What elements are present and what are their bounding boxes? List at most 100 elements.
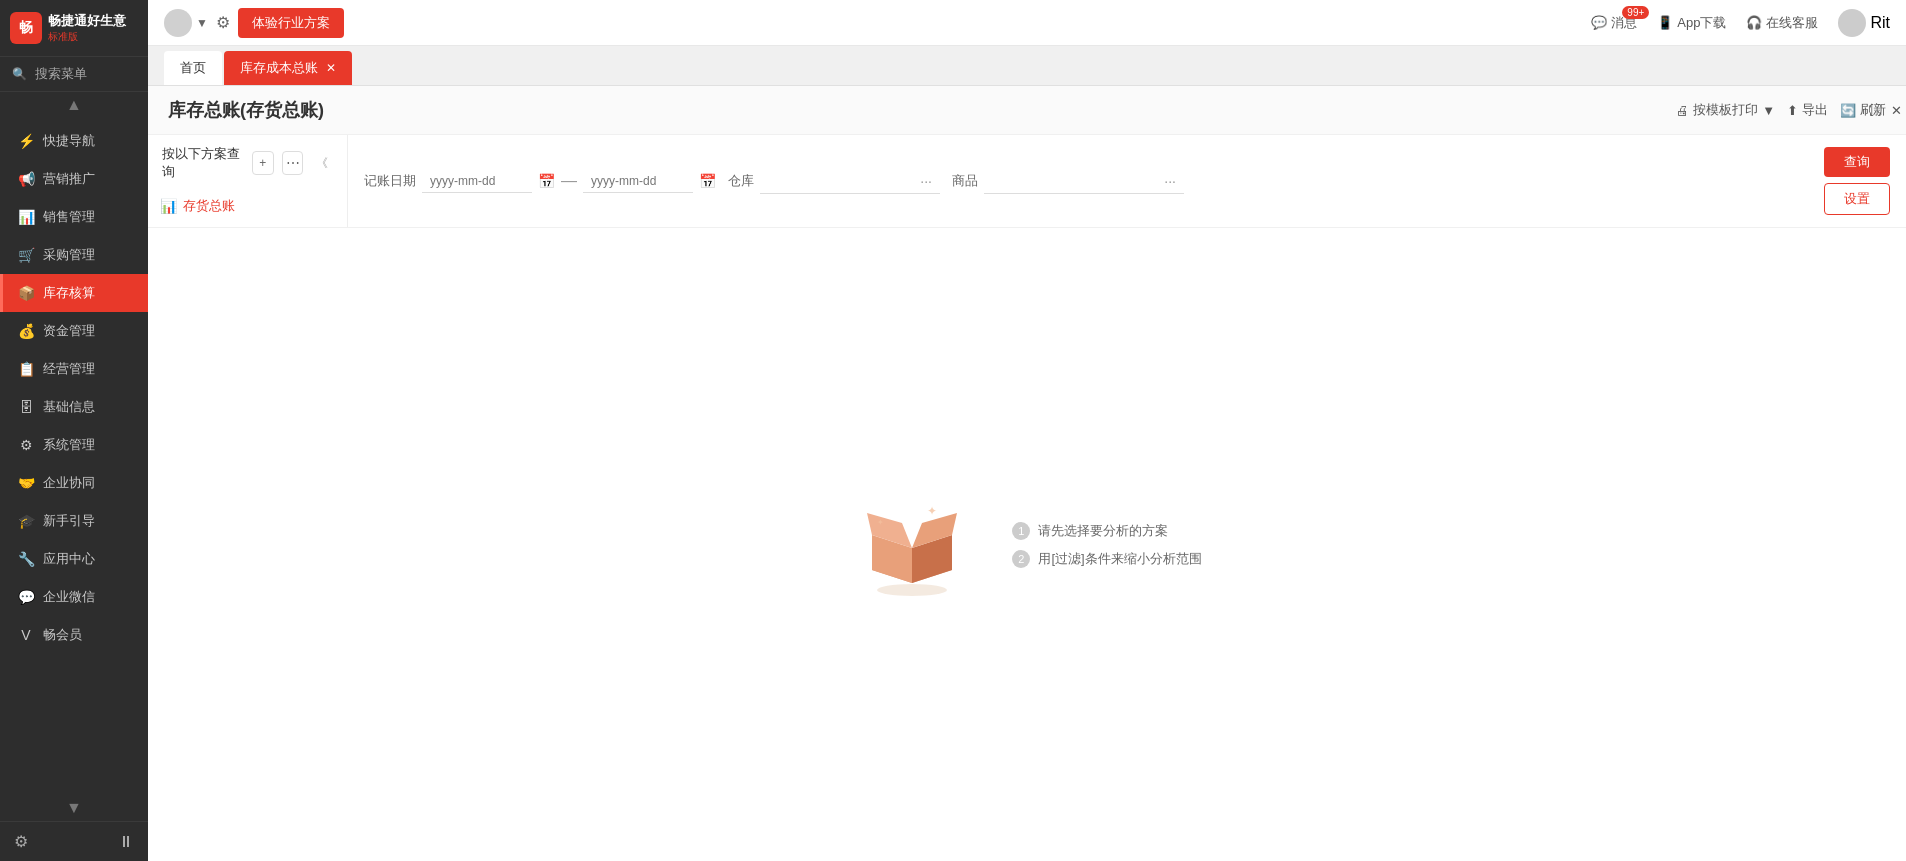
- member-label: 畅会员: [43, 626, 82, 644]
- sidebar-item-operation[interactable]: 📋 经营管理: [0, 350, 148, 388]
- audio-footer-icon[interactable]: ⏸: [118, 833, 134, 851]
- sidebar-item-app-center[interactable]: 🔧 应用中心: [0, 540, 148, 578]
- sidebar: 畅 畅捷通好生意 标准版 🔍 搜索菜单 ▲ ⚡ 快捷导航 📢 营销推广 📊 销售…: [0, 0, 148, 861]
- product-field-label: 商品: [952, 172, 978, 190]
- scheme-item-inventory[interactable]: 📊 存货总账: [148, 191, 347, 221]
- enterprise-label: 企业协同: [43, 474, 95, 492]
- sidebar-item-system[interactable]: ⚙ 系统管理: [0, 426, 148, 464]
- empty-state: ✦ ✦ 1 请先选择要分析的方案 2 用[过滤]条件来缩小分析范围: [148, 228, 1906, 861]
- content-area: 库存总账(存货总账) 🖨 按模板打印 ▼ ⬆ 导出 🔄 刷新 ✕: [148, 86, 1906, 861]
- sidebar-item-sales[interactable]: 📊 销售管理: [0, 198, 148, 236]
- print-chevron-icon: ▼: [1762, 103, 1775, 118]
- quick-nav-label: 快捷导航: [43, 132, 95, 150]
- search-menu-label: 搜索菜单: [35, 65, 87, 83]
- export-btn[interactable]: ⬆ 导出: [1787, 101, 1828, 119]
- svg-text:✦: ✦: [927, 504, 937, 518]
- purchase-icon: 🛒: [17, 247, 35, 263]
- date-separator: —: [561, 172, 577, 190]
- page-header: 库存总账(存货总账) 🖨 按模板打印 ▼ ⬆ 导出 🔄 刷新 ✕: [148, 86, 1906, 135]
- logo-text: 畅捷通好生意 标准版: [48, 13, 126, 43]
- sidebar-item-finance[interactable]: 💰 资金管理: [0, 312, 148, 350]
- scroll-up-btn[interactable]: ▲: [0, 92, 148, 118]
- sidebar-nav: ⚡ 快捷导航 📢 营销推广 📊 销售管理 🛒 采购管理 📦 库存核算 💰 资金管…: [0, 118, 148, 795]
- app-center-label: 应用中心: [43, 550, 95, 568]
- filter-row: 记账日期 📅 — 📅 仓库 ···: [364, 147, 1890, 215]
- refresh-icon: 🔄: [1840, 103, 1856, 118]
- empty-illustration: ✦ ✦: [852, 485, 972, 605]
- settings-footer-icon[interactable]: ⚙: [14, 832, 28, 851]
- empty-tip-2: 2 用[过滤]条件来缩小分析范围: [1012, 550, 1201, 568]
- settings-button[interactable]: 设置: [1824, 183, 1890, 215]
- sidebar-item-member[interactable]: V 畅会员: [0, 616, 148, 654]
- tab-home[interactable]: 首页: [164, 51, 222, 85]
- add-scheme-btn[interactable]: +: [252, 151, 274, 175]
- sidebar-item-basic[interactable]: 🗄 基础信息: [0, 388, 148, 426]
- warehouse-more-icon: ···: [920, 173, 932, 189]
- filter-by-scheme-label: 按以下方案查询: [162, 145, 244, 181]
- user-avatar: [164, 9, 192, 37]
- date-end-input[interactable]: [583, 170, 693, 193]
- search-menu[interactable]: 🔍 搜索菜单: [0, 57, 148, 92]
- product-filter-field: 商品 ···: [952, 169, 1184, 194]
- sidebar-item-quick-nav[interactable]: ⚡ 快捷导航: [0, 122, 148, 160]
- collapse-btn[interactable]: 《: [311, 151, 333, 175]
- empty-svg: ✦ ✦: [852, 485, 972, 605]
- purchase-label: 采购管理: [43, 246, 95, 264]
- expand-icon: ⛶: [1869, 103, 1882, 118]
- tip-num-2: 2: [1012, 550, 1030, 568]
- tab-home-label: 首页: [180, 59, 206, 77]
- product-more-icon: ···: [1164, 173, 1176, 189]
- sales-label: 销售管理: [43, 208, 95, 226]
- trial-btn[interactable]: 体验行业方案: [238, 8, 344, 38]
- sidebar-item-marketing[interactable]: 📢 营销推广: [0, 160, 148, 198]
- settings-gear-icon[interactable]: ⚙: [216, 13, 230, 32]
- scroll-down-btn[interactable]: ▼: [0, 795, 148, 821]
- tab-inventory-cost[interactable]: 库存成本总账 ✕: [224, 51, 352, 85]
- user-selector[interactable]: ▼: [164, 9, 208, 37]
- sidebar-logo: 畅 畅捷通好生意 标准版: [0, 0, 148, 57]
- export-label: 导出: [1802, 101, 1828, 119]
- tip-2-text: 用[过滤]条件来缩小分析范围: [1038, 550, 1201, 568]
- sidebar-item-enterprise[interactable]: 🤝 企业协同: [0, 464, 148, 502]
- query-button[interactable]: 查询: [1824, 147, 1890, 177]
- sidebar-item-guide[interactable]: 🎓 新手引导: [0, 502, 148, 540]
- messages-btn[interactable]: 💬 消息 99+: [1591, 14, 1637, 32]
- finance-label: 资金管理: [43, 322, 95, 340]
- tab-close-icon[interactable]: ✕: [326, 61, 336, 75]
- panel-expand-btn[interactable]: ⛶: [1869, 103, 1882, 118]
- quick-nav-icon: ⚡: [17, 133, 35, 149]
- sidebar-item-inventory[interactable]: 📦 库存核算: [0, 274, 148, 312]
- message-icon: 💬: [1591, 15, 1607, 30]
- date-field-label: 记账日期: [364, 172, 416, 190]
- phone-icon: 📱: [1657, 15, 1673, 30]
- date-start-input[interactable]: [422, 170, 532, 193]
- action-buttons: 查询 设置: [1824, 147, 1890, 215]
- finance-icon: 💰: [17, 323, 35, 339]
- tab-bar: 首页 库存成本总账 ✕: [148, 46, 1906, 86]
- filter-label-row: 按以下方案查询 + ⋯ 《: [148, 135, 347, 191]
- topbar-user-name[interactable]: Rit: [1838, 9, 1890, 37]
- filter-fields-panel: 记账日期 📅 — 📅 仓库 ···: [348, 135, 1906, 227]
- filter-section: 按以下方案查询 + ⋯ 《 📊 存货总账 记账日期 📅: [148, 135, 1906, 228]
- sidebar-item-purchase[interactable]: 🛒 采购管理: [0, 236, 148, 274]
- print-btn[interactable]: 🖨 按模板打印 ▼: [1676, 101, 1775, 119]
- warehouse-select[interactable]: ···: [760, 169, 940, 194]
- system-label: 系统管理: [43, 436, 95, 454]
- app-download-btn[interactable]: 📱 App下载: [1657, 14, 1726, 32]
- main-area: ▼ ⚙ 体验行业方案 💬 消息 99+ 📱 App下载 🎧 在线客服 Rit: [148, 0, 1906, 861]
- empty-tip-1: 1 请先选择要分析的方案: [1012, 522, 1201, 540]
- sidebar-item-wechat[interactable]: 💬 企业微信: [0, 578, 148, 616]
- app-name: 畅捷通好生意: [48, 13, 126, 30]
- member-icon: V: [17, 627, 35, 643]
- date-end-calendar-icon[interactable]: 📅: [699, 173, 716, 189]
- manage-scheme-btn[interactable]: ⋯: [282, 151, 304, 175]
- date-start-calendar-icon[interactable]: 📅: [538, 173, 555, 189]
- system-icon: ⚙: [17, 437, 35, 453]
- online-service-btn[interactable]: 🎧 在线客服: [1746, 14, 1818, 32]
- user-name-label: Rit: [1870, 14, 1890, 32]
- svg-point-0: [877, 584, 947, 596]
- scheme-item-label: 存货总账: [183, 197, 235, 215]
- panel-close-btn[interactable]: ✕: [1891, 103, 1902, 118]
- tip-1-text: 请先选择要分析的方案: [1038, 522, 1168, 540]
- product-select[interactable]: ···: [984, 169, 1184, 194]
